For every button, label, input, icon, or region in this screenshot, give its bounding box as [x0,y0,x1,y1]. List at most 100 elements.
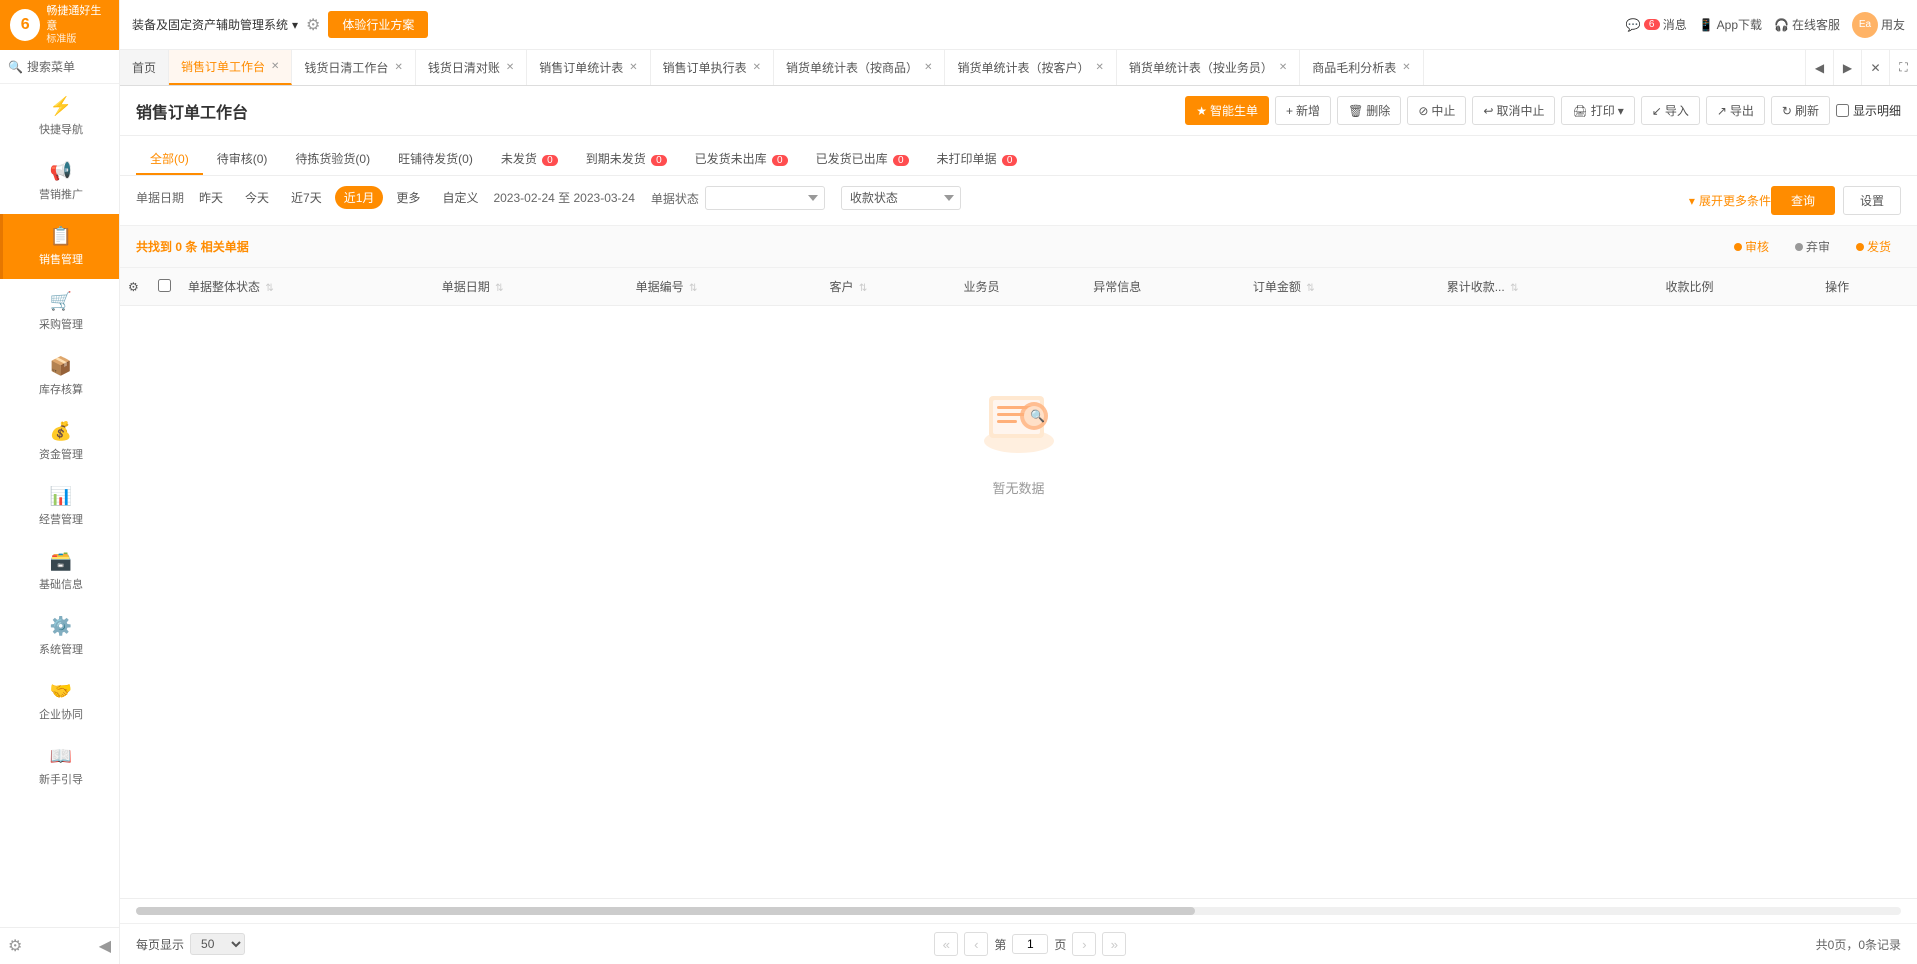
sub-tab-shipped-out[interactable]: 已发货已出库 0 [802,144,923,175]
tab-home[interactable]: 首页 [120,50,169,85]
status-filter-select[interactable] [705,186,825,210]
online-service-btn[interactable]: 🎧 在线客服 [1774,16,1840,33]
last-page-btn[interactable]: » [1102,932,1126,956]
sort-icon-customer[interactable]: ⇅ [859,283,867,294]
sidebar-item-enterprise[interactable]: 🤝 企业协同 [0,669,119,734]
export-btn[interactable]: ↗ 导出 [1706,96,1765,125]
cancel-suspend-btn[interactable]: ↩ 取消中止 [1472,96,1555,125]
tab-close-stat-product[interactable]: ✕ [924,62,932,73]
sidebar-item-basic-info[interactable]: 🗃️ 基础信息 [0,539,119,604]
enterprise-icon: 🤝 [50,681,72,702]
tab-close-sales-order[interactable]: ✕ [271,61,279,72]
sub-tab-all[interactable]: 全部(0) [136,144,203,175]
sort-icon-collected[interactable]: ⇅ [1510,283,1518,294]
sidebar-item-system[interactable]: ⚙️ 系统管理 [0,604,119,669]
sort-icon-amount[interactable]: ⇅ [1306,283,1314,294]
tab-cash-daily[interactable]: 钱货日清工作台 ✕ [292,50,415,85]
sidebar-item-operations[interactable]: 📊 经营管理 [0,474,119,539]
tab-sales-stat-product[interactable]: 销货单统计表（按商品） ✕ [774,50,945,85]
date-btn-1month[interactable]: 近1月 [335,186,384,209]
tab-close-cash-daily[interactable]: ✕ [394,62,402,73]
tab-sales-exec[interactable]: 销售订单执行表 ✕ [651,50,774,85]
system-title[interactable]: 装备及固定资产辅助管理系统 ▾ [132,16,298,33]
date-btn-7days[interactable]: 近7天 [282,186,331,209]
sort-icon-number[interactable]: ⇅ [689,283,697,294]
first-page-btn[interactable]: « [934,932,958,956]
select-all-checkbox[interactable] [158,279,171,292]
refresh-btn[interactable]: ↻ 刷新 [1771,96,1830,125]
search-icon: 🔍 [8,60,23,74]
tab-close-stat-staff[interactable]: ✕ [1279,62,1287,73]
date-btn-more[interactable]: 更多 [387,186,429,209]
table-settings-icon[interactable]: ⚙ [128,280,139,294]
sidebar-collapse-btn[interactable]: ◀ [99,936,111,956]
sidebar-item-finance[interactable]: 💰 资金管理 [0,409,119,474]
smart-create-btn[interactable]: ★ 智能生单 [1185,96,1269,125]
sidebar-item-sales[interactable]: 📋 销售管理 [0,214,119,279]
sidebar-settings-btn[interactable]: ⚙ [8,936,22,956]
show-detail-toggle[interactable]: 显示明细 [1836,102,1901,119]
suspend-btn[interactable]: ⊘ 中止 [1407,96,1466,125]
sidebar-search[interactable]: 🔍 搜索菜单 [0,50,119,84]
app-download-btn[interactable]: 📱 App下载 [1699,16,1762,33]
tab-sales-stat[interactable]: 销售订单统计表 ✕ [527,50,650,85]
delete-btn[interactable]: 🗑 删除 [1337,96,1401,125]
tab-close-all[interactable]: ✕ [1861,50,1889,86]
filter-settings-btn[interactable]: 设置 [1843,186,1901,215]
status-filter-label: 单据状态 [651,190,699,207]
tab-scroll-left[interactable]: ◀ [1805,50,1833,86]
sub-tab-pending-inspection[interactable]: 待拣货验货(0) [281,144,384,175]
sub-tab-shipped-not-out[interactable]: 已发货未出库 0 [681,144,802,175]
sidebar-item-guide[interactable]: 📖 新手引导 [0,734,119,799]
industry-btn[interactable]: 体验行业方案 [328,11,428,38]
date-btn-yesterday[interactable]: 昨天 [190,186,232,209]
sub-tab-not-shipped[interactable]: 未发货 0 [487,144,572,175]
page-toolbar: ★ 智能生单 + 新增 🗑 删除 ⊘ 中止 [1185,96,1901,125]
horizontal-scrollbar[interactable] [136,907,1901,915]
query-btn[interactable]: 查询 [1771,186,1835,215]
date-btn-today[interactable]: 今天 [236,186,278,209]
tab-sales-order[interactable]: 销售订单工作台 ✕ [169,50,292,85]
headset-icon: 🎧 [1774,18,1789,32]
user-profile-btn[interactable]: Ea 用友 [1852,12,1905,38]
prev-page-btn[interactable]: ‹ [964,932,988,956]
tab-sales-stat-staff[interactable]: 销货单统计表（按业务员） ✕ [1117,50,1300,85]
sub-tab-overdue-not-shipped[interactable]: 到期未发货 0 [572,144,681,175]
ship-btn[interactable]: 发货 [1846,234,1901,259]
sub-tab-wangpu-pending[interactable]: 旺铺待发货(0) [384,144,487,175]
tab-close-stat-customer[interactable]: ✕ [1095,62,1103,73]
tab-sales-stat-customer[interactable]: 销货单统计表（按客户） ✕ [945,50,1116,85]
sub-tab-pending-review[interactable]: 待审核(0) [203,144,282,175]
sub-tab-not-printed[interactable]: 未打印单据 0 [923,144,1032,175]
message-btn[interactable]: 💬 6 消息 [1626,16,1687,33]
tab-scroll-right[interactable]: ▶ [1833,50,1861,86]
payment-status-select[interactable]: 收款状态 [841,186,961,210]
next-page-btn[interactable]: › [1072,932,1096,956]
tab-close-sales-stat[interactable]: ✕ [629,62,637,73]
tab-cash-reconcile[interactable]: 钱货日清对账 ✕ [416,50,527,85]
page-number-input[interactable] [1012,934,1048,954]
gear-icon[interactable]: ⚙ [306,15,320,35]
tab-close-product-margin[interactable]: ✕ [1402,62,1410,73]
tab-maximize[interactable]: ⛶ [1889,50,1917,86]
tab-close-sales-exec[interactable]: ✕ [753,62,761,73]
sidebar-item-purchase[interactable]: 🛒 采购管理 [0,279,119,344]
expand-filter-btn[interactable]: ▾ 展开更多条件 [1689,192,1771,209]
cancel-review-btn[interactable]: 弃审 [1785,234,1840,259]
show-detail-checkbox[interactable] [1836,104,1849,117]
print-btn[interactable]: 🖨 打印 ▾ [1561,96,1634,125]
sidebar-item-inventory[interactable]: 📦 库存核算 [0,344,119,409]
tab-product-margin[interactable]: 商品毛利分析表 ✕ [1300,50,1423,85]
sort-icon-date[interactable]: ⇅ [495,283,503,294]
date-range-display[interactable]: 2023-02-24 至 2023-03-24 [493,189,634,206]
page-size-select[interactable]: 10 20 50 100 [190,933,245,955]
scrollbar-thumb[interactable] [136,907,1195,915]
sidebar-item-quick-nav[interactable]: ⚡ 快捷导航 [0,84,119,149]
add-btn[interactable]: + 新增 [1275,96,1331,125]
import-btn[interactable]: ↙ 导入 [1641,96,1700,125]
date-btn-custom[interactable]: 自定义 [433,186,487,209]
sort-icon-status[interactable]: ⇅ [265,283,273,294]
sidebar-item-marketing[interactable]: 📢 营销推广 [0,149,119,214]
tab-close-cash-reconcile[interactable]: ✕ [506,62,514,73]
review-btn[interactable]: 审核 [1724,234,1779,259]
